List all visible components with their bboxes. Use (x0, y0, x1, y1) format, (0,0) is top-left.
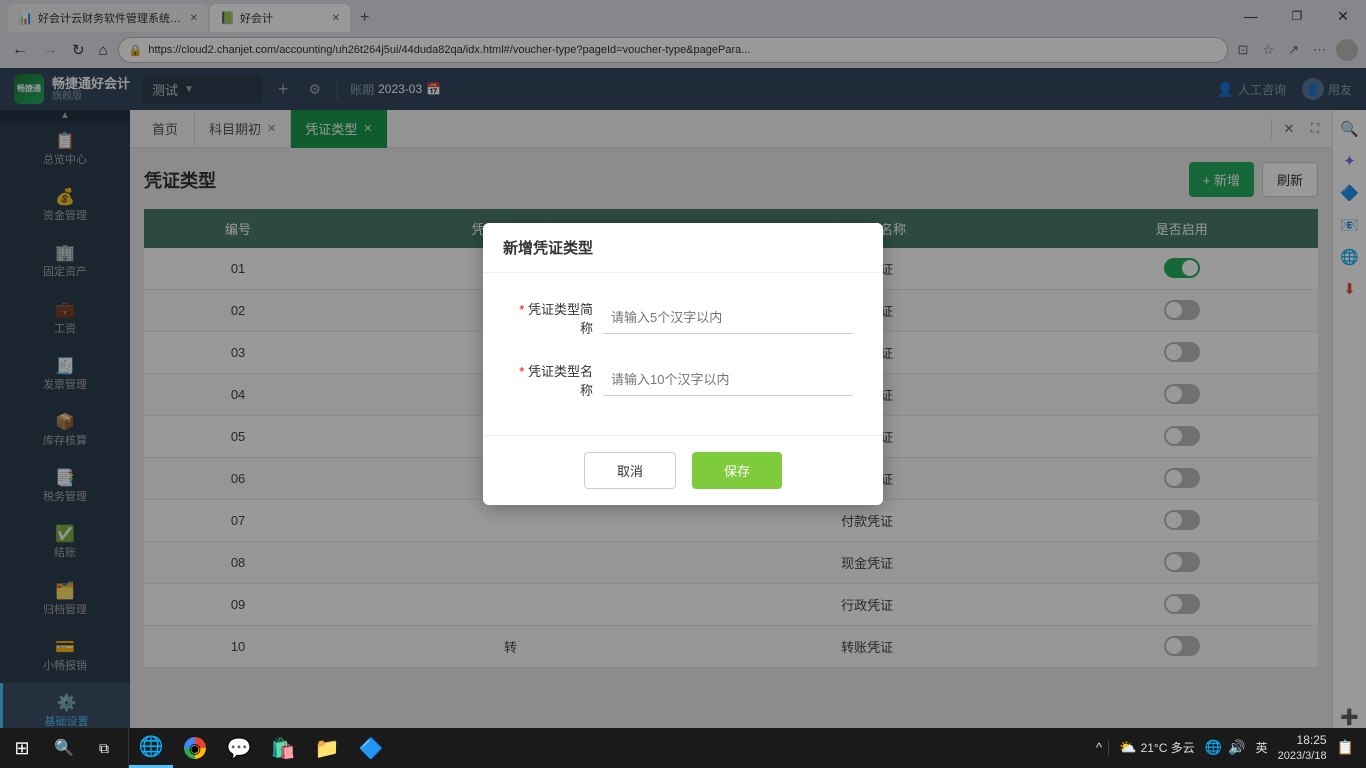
taskbar-app-edge2[interactable]: 🔷 (349, 728, 393, 768)
short-name-input[interactable] (603, 302, 853, 334)
taskbar-app-wechat[interactable]: 💬 (217, 728, 261, 768)
taskbar-time: 18:25 2023/3/18 (1278, 733, 1327, 763)
modal: 新增凭证类型 * 凭证类型简称 * 凭证类型名称 (483, 223, 883, 505)
lang-indicator[interactable]: 英 (1252, 739, 1272, 756)
full-name-label: * 凭证类型名称 (513, 361, 603, 399)
weather-text: 21°C 多云 (1141, 739, 1195, 756)
taskbar-weather[interactable]: ⛅ 21°C 多云 (1115, 739, 1199, 756)
full-name-input[interactable] (603, 364, 853, 396)
taskbar-app-chrome[interactable]: ◉ (173, 728, 217, 768)
start-button[interactable]: ⊞ (0, 728, 44, 768)
notification-button[interactable]: 📋 (1333, 739, 1358, 756)
taskbar-app-files[interactable]: 📁 (305, 728, 349, 768)
tray-icons[interactable]: ^ (1090, 740, 1109, 755)
taskbar-app-store[interactable]: 🛍️ (261, 728, 305, 768)
weather-icon: ⛅ (1119, 739, 1136, 756)
modal-body: * 凭证类型简称 * 凭证类型名称 (483, 273, 883, 435)
sound-icon[interactable]: 🔊 (1228, 739, 1245, 756)
network-icon[interactable]: 🌐 (1205, 739, 1222, 756)
taskbar-search[interactable]: 🔍 (44, 728, 84, 768)
taskbar: ⊞ 🔍 ⧉ 🌐 ◉ 💬 🛍️ 📁 🔷 (0, 728, 1366, 768)
modal-overlay: 新增凭证类型 * 凭证类型简称 * 凭证类型名称 (0, 0, 1366, 728)
taskview-button[interactable]: ⧉ (84, 728, 124, 768)
save-button[interactable]: 保存 (692, 452, 782, 489)
modal-footer: 取消 保存 (483, 435, 883, 505)
modal-header: 新增凭证类型 (483, 223, 883, 273)
chevron-up-icon[interactable]: ^ (1096, 740, 1102, 755)
short-name-label: * 凭证类型简称 (513, 299, 603, 337)
taskbar-app-edge[interactable]: 🌐 (129, 728, 173, 768)
cancel-button[interactable]: 取消 (584, 452, 676, 489)
